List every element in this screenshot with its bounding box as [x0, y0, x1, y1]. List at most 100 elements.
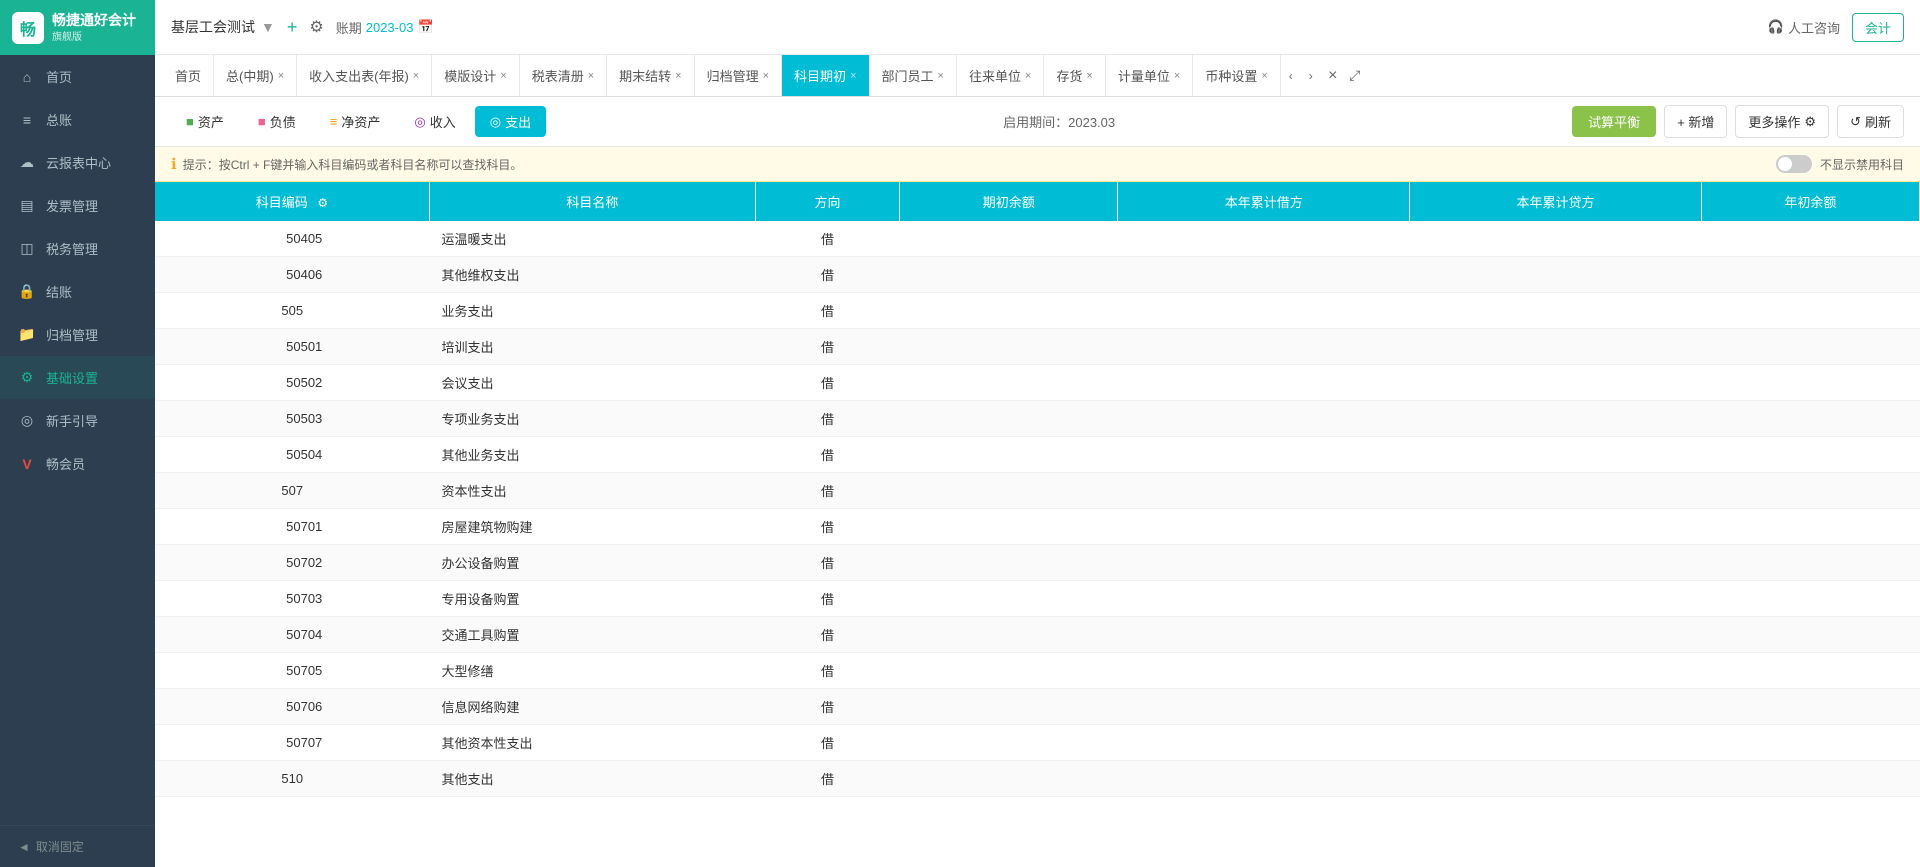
tab-home[interactable]: 首页: [163, 55, 214, 97]
cat-tab-income[interactable]: ◎ 收入: [399, 106, 470, 137]
tab-tax-list[interactable]: 税表清册 ×: [520, 55, 607, 97]
cell-name: 业务支出: [429, 293, 755, 329]
period-display: 账期 2023-03 📅: [336, 18, 434, 37]
tab-counterparty[interactable]: 往来单位 ×: [957, 55, 1044, 97]
tab-close-all-btn[interactable]: ×: [1321, 55, 1345, 97]
cell-opening: [900, 689, 1118, 725]
cell-ytd-debit: [1118, 509, 1410, 545]
calendar-icon[interactable]: 📅: [417, 19, 433, 35]
tab-label: 存货: [1056, 66, 1082, 85]
cell-ytd-credit: [1410, 293, 1702, 329]
settings-icon[interactable]: ⚙: [317, 196, 328, 210]
tab-next-btn[interactable]: ›: [1301, 55, 1321, 97]
tab-archive[interactable]: 归档管理 ×: [695, 55, 782, 97]
sidebar-item-archive[interactable]: 📁 归档管理: [0, 313, 155, 356]
tab-expand-btn[interactable]: ⤢: [1345, 55, 1365, 97]
cell-ytd-credit: [1410, 545, 1702, 581]
sidebar-item-ledger[interactable]: ≡ 总账: [0, 98, 155, 141]
tab-interim[interactable]: 总(中期) ×: [214, 55, 297, 97]
table-row[interactable]: 507资本性支出借: [155, 473, 1920, 509]
tab-period-end[interactable]: 期末结转 ×: [607, 55, 694, 97]
dropdown-icon: ▼: [261, 19, 275, 35]
table-row[interactable]: 50701房屋建筑物购建借: [155, 509, 1920, 545]
table-header-row: 科目编码 ⚙ 科目名称 方向 期初余额 本年累计借方 本年累计贷方 年初余额: [155, 182, 1920, 221]
table-row[interactable]: 50502会议支出借: [155, 365, 1920, 401]
cell-ytd-credit: [1410, 689, 1702, 725]
tab-close-icon[interactable]: ×: [938, 70, 944, 82]
tab-close-icon[interactable]: ×: [675, 70, 681, 82]
table-row[interactable]: 50704交通工具购置借: [155, 617, 1920, 653]
add-company-btn[interactable]: +: [287, 17, 298, 38]
tab-close-icon[interactable]: ×: [850, 70, 856, 82]
sidebar-item-settings[interactable]: ⚙ 基础设置: [0, 356, 155, 399]
user-role-btn[interactable]: 会计: [1852, 13, 1904, 42]
service-btn[interactable]: 🎧 人工咨询: [1768, 18, 1840, 37]
sidebar-item-home[interactable]: ⌂ 首页: [0, 55, 155, 98]
company-selector[interactable]: 基层工会测试 ▼: [171, 17, 275, 37]
cell-name: 其他维权支出: [429, 257, 755, 293]
cat-tab-label: 支出: [505, 112, 531, 131]
table-row[interactable]: 50702办公设备购置借: [155, 545, 1920, 581]
add-btn[interactable]: + 新增: [1664, 105, 1727, 138]
table-row[interactable]: 50405运温暖支出借: [155, 221, 1920, 257]
tab-label: 模版设计: [444, 66, 496, 85]
settings-btn[interactable]: ⚙: [309, 17, 323, 37]
table-row[interactable]: 50707其他资本性支出借: [155, 725, 1920, 761]
refresh-btn[interactable]: ↺ 刷新: [1837, 105, 1904, 138]
table-row[interactable]: 50703专用设备购置借: [155, 581, 1920, 617]
sidebar-collapse-btn[interactable]: ◄ 取消固定: [0, 825, 155, 867]
table-row[interactable]: 50706信息网络购建借: [155, 689, 1920, 725]
col-ytd-credit: 本年累计贷方: [1410, 182, 1702, 221]
tab-unit[interactable]: 计量单位 ×: [1106, 55, 1193, 97]
sidebar-item-invoice[interactable]: ▤ 发票管理: [0, 184, 155, 227]
cell-opening: [900, 761, 1118, 797]
cell-name: 资本性支出: [429, 473, 755, 509]
tab-annual[interactable]: 收入支出表(年报) ×: [297, 55, 432, 97]
tab-currency[interactable]: 币种设置 ×: [1193, 55, 1280, 97]
cell-name: 其他支出: [429, 761, 755, 797]
tab-close-icon[interactable]: ×: [278, 70, 284, 82]
tab-subject-opening[interactable]: 科目期初 ×: [782, 55, 869, 97]
sidebar-item-close-accounts[interactable]: 🔒 结账: [0, 270, 155, 313]
balance-btn[interactable]: 试算平衡: [1572, 106, 1656, 137]
tab-inventory[interactable]: 存货 ×: [1044, 55, 1105, 97]
sidebar-item-cloud[interactable]: ☁ 云报表中心: [0, 141, 155, 184]
tab-close-icon[interactable]: ×: [500, 70, 506, 82]
tab-close-icon[interactable]: ×: [763, 70, 769, 82]
cell-name: 运温暖支出: [429, 221, 755, 257]
cell-ytd-credit: [1410, 509, 1702, 545]
cell-year-opening: [1701, 617, 1919, 653]
cat-tab-net-asset[interactable]: ≡ 净资产: [315, 106, 396, 137]
tab-dept-staff[interactable]: 部门员工 ×: [870, 55, 957, 97]
cell-code: 50503: [155, 401, 429, 437]
tab-prev-btn[interactable]: ‹: [1281, 55, 1301, 97]
cell-year-opening: [1701, 257, 1919, 293]
cat-tab-liability[interactable]: ■ 负债: [243, 106, 311, 137]
table-row[interactable]: 510其他支出借: [155, 761, 1920, 797]
table-row[interactable]: 50406其他维权支出借: [155, 257, 1920, 293]
tab-close-icon[interactable]: ×: [1025, 70, 1031, 82]
table-row[interactable]: 505业务支出借: [155, 293, 1920, 329]
table-row[interactable]: 50705大型修缮借: [155, 653, 1920, 689]
tab-close-icon[interactable]: ×: [1174, 70, 1180, 82]
table-row[interactable]: 50504其他业务支出借: [155, 437, 1920, 473]
cat-tab-asset[interactable]: ■ 资产: [171, 106, 239, 137]
tab-close-icon[interactable]: ×: [413, 70, 419, 82]
sidebar-item-tax[interactable]: ◫ 税务管理: [0, 227, 155, 270]
disable-toggle[interactable]: [1776, 155, 1812, 173]
tab-template[interactable]: 模版设计 ×: [432, 55, 519, 97]
tab-close-icon[interactable]: ×: [1261, 70, 1267, 82]
cell-ytd-debit: [1118, 617, 1410, 653]
tab-label: 部门员工: [882, 66, 934, 85]
table-row[interactable]: 50503专项业务支出借: [155, 401, 1920, 437]
more-btn[interactable]: 更多操作 ⚙: [1735, 105, 1829, 138]
tab-close-icon[interactable]: ×: [588, 70, 594, 82]
sidebar-item-guide[interactable]: ◎ 新手引导: [0, 399, 155, 442]
invoice-icon: ▤: [18, 197, 36, 214]
table-row[interactable]: 50501培训支出借: [155, 329, 1920, 365]
tab-close-icon[interactable]: ×: [1086, 70, 1092, 82]
sidebar-item-member[interactable]: V 畅会员: [0, 442, 155, 485]
topbar-right: 🎧 人工咨询 会计: [1768, 13, 1904, 42]
cat-tab-label: 收入: [430, 112, 456, 131]
cat-tab-expense[interactable]: ◎ 支出: [475, 106, 546, 137]
